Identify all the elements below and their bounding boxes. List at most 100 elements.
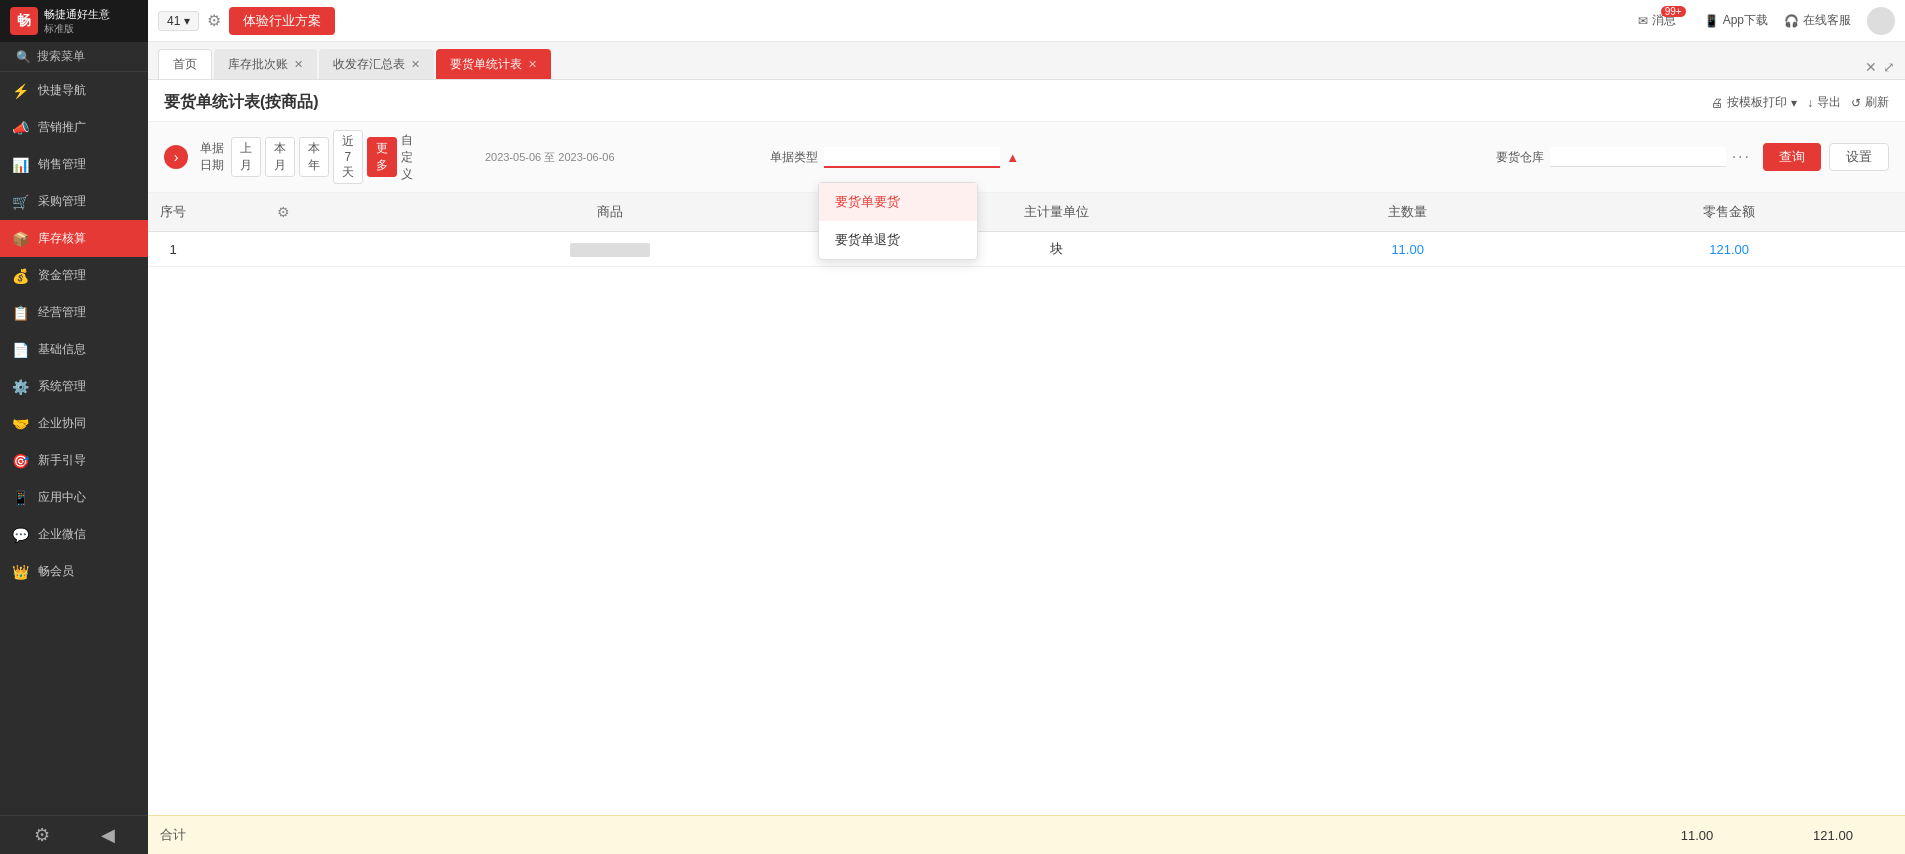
cell-product — [369, 232, 850, 267]
sidebar-footer: ⚙ ◀ — [0, 815, 148, 854]
topbar-right: ✉ 消息 99+ 📱 App下载 🎧 在线客服 — [1638, 7, 1895, 35]
topbar-gear-icon[interactable]: ⚙ — [207, 11, 221, 30]
dropdown-item-order-return[interactable]: 要货单退货 — [819, 221, 977, 259]
member-icon: 👑 — [10, 564, 30, 580]
marketing-icon: 📣 — [10, 120, 30, 136]
filter-type-input[interactable] — [824, 147, 1000, 168]
system-icon: ⚙️ — [10, 379, 30, 395]
sidebar-item-wechat[interactable]: 💬 企业微信 — [0, 516, 148, 553]
sidebar-item-member[interactable]: 👑 畅会员 — [0, 553, 148, 590]
sidebar-item-purchase[interactable]: 🛒 采购管理 — [0, 183, 148, 220]
tab-home[interactable]: 首页 — [158, 49, 212, 79]
inventory-icon: 📦 — [10, 231, 30, 247]
filter-type-label: 单据类型 — [770, 149, 818, 166]
table-settings-icon[interactable]: ⚙ — [277, 204, 290, 220]
sidebar: 畅 畅捷通好生意 标准版 🔍 搜索菜单 ⚡ 快捷导航 📣 营销推广 📊 销售管理… — [0, 0, 148, 854]
tab-close-all-button[interactable]: ✕ — [1865, 59, 1877, 75]
product-blurred — [570, 243, 650, 257]
topbar-number: 41 ▾ — [158, 11, 199, 31]
filter-warehouse-group: 要货仓库 ··· — [1496, 147, 1751, 167]
trial-button[interactable]: 体验行业方案 — [229, 7, 335, 35]
settings-footer-icon[interactable]: ⚙ — [34, 824, 50, 846]
settings-button[interactable]: 设置 — [1829, 143, 1889, 171]
sidebar-item-basic-info[interactable]: 📄 基础信息 — [0, 331, 148, 368]
filter-date-custom[interactable]: 自定义 — [401, 132, 413, 183]
tab-maximize-button[interactable]: ⤢ — [1883, 59, 1895, 75]
tab-receivable-summary[interactable]: 收发存汇总表 ✕ — [319, 49, 434, 79]
sidebar-item-system[interactable]: ⚙️ 系统管理 — [0, 368, 148, 405]
filter-warehouse-input[interactable] — [1550, 147, 1726, 167]
filter-date-this-year[interactable]: 本年 — [299, 137, 329, 177]
sidebar-item-marketing[interactable]: 📣 营销推广 — [0, 109, 148, 146]
query-button[interactable]: 查询 — [1763, 143, 1821, 171]
table-row: 1 块 11.00 121.00 — [148, 232, 1905, 267]
footer-amount: 121.00 — [1813, 828, 1853, 843]
filter-type-caret[interactable]: ▲ — [1006, 150, 1019, 165]
app-download-button[interactable]: 📱 App下载 — [1704, 12, 1768, 29]
app-center-icon: 📱 — [10, 490, 30, 506]
basic-info-icon: 📄 — [10, 342, 30, 358]
data-table: 序号 ⚙ 商品 主计量单位 主数量 零售金额 1 — [148, 193, 1905, 267]
main-area: 41 ▾ ⚙ 体验行业方案 ✉ 消息 99+ 📱 App下载 🎧 在线客服 — [148, 0, 1905, 854]
sidebar-item-inventory[interactable]: 📦 库存核算 — [0, 220, 148, 257]
app-download-icon: 📱 — [1704, 14, 1719, 28]
topbar-left: 41 ▾ ⚙ 体验行业方案 — [158, 7, 335, 35]
table-header-row: 序号 ⚙ 商品 主计量单位 主数量 零售金额 — [148, 193, 1905, 232]
enterprise-icon: 🤝 — [10, 416, 30, 432]
amount-link[interactable]: 121.00 — [1709, 242, 1749, 257]
user-avatar[interactable] — [1867, 7, 1895, 35]
cell-row-num: 1 — [148, 232, 198, 267]
filter-actions: 查询 设置 — [1763, 143, 1889, 171]
tab-order-stats[interactable]: 要货单统计表 ✕ — [436, 49, 551, 79]
tab-batch-account[interactable]: 库存批次账 ✕ — [214, 49, 317, 79]
sidebar-search[interactable]: 🔍 搜索菜单 — [0, 42, 148, 72]
filter-more-dots[interactable]: ··· — [1732, 148, 1751, 166]
app-logo: 畅 — [10, 7, 38, 35]
filter-bar: › 单据日期 上月 本月 本年 近7天 更多 自定义 2023-05-06 至 … — [148, 121, 1905, 193]
filter-date-7days[interactable]: 近7天 — [333, 130, 363, 184]
filter-date-this-month[interactable]: 本月 — [265, 137, 295, 177]
sidebar-item-finance[interactable]: 💰 资金管理 — [0, 257, 148, 294]
sales-icon: 📊 — [10, 157, 30, 173]
export-button[interactable]: ↓ 导出 — [1807, 94, 1841, 111]
sidebar-item-guide[interactable]: 🎯 新手引导 — [0, 442, 148, 479]
dropdown-item-order-goods[interactable]: 要货单要货 — [819, 183, 977, 221]
collapse-footer-icon[interactable]: ◀ — [101, 824, 115, 846]
tab-close-order-stats[interactable]: ✕ — [528, 58, 537, 71]
guide-icon: 🎯 — [10, 453, 30, 469]
print-icon: 🖨 — [1711, 96, 1723, 110]
filter-date-prev-month[interactable]: 上月 — [231, 137, 261, 177]
table-area: 序号 ⚙ 商品 主计量单位 主数量 零售金额 1 — [148, 193, 1905, 815]
search-icon: 🔍 — [16, 50, 31, 64]
col-header-row-num: 序号 — [148, 193, 198, 232]
refresh-icon: ↺ — [1851, 96, 1861, 110]
content-area: 要货单统计表(按商品) 🖨 按模板打印 ▾ ↓ 导出 ↺ 刷新 › — [148, 80, 1905, 854]
footer-quantity: 11.00 — [1681, 828, 1714, 843]
online-service-button[interactable]: 🎧 在线客服 — [1784, 12, 1851, 29]
quantity-link[interactable]: 11.00 — [1391, 242, 1424, 257]
refresh-button[interactable]: ↺ 刷新 — [1851, 94, 1889, 111]
filter-expand-button[interactable]: › — [164, 145, 188, 169]
filter-date-more[interactable]: 更多 — [367, 137, 397, 177]
page-title: 要货单统计表(按商品) — [164, 92, 319, 113]
finance-icon: 💰 — [10, 268, 30, 284]
tab-close-receivable-summary[interactable]: ✕ — [411, 58, 420, 71]
purchase-icon: 🛒 — [10, 194, 30, 210]
filter-date-label: 单据日期 — [200, 140, 225, 174]
cell-quantity: 11.00 — [1262, 232, 1553, 267]
sidebar-item-app-center[interactable]: 📱 应用中心 — [0, 479, 148, 516]
sidebar-item-enterprise[interactable]: 🤝 企业协同 — [0, 405, 148, 442]
sidebar-item-quick-nav[interactable]: ⚡ 快捷导航 — [0, 72, 148, 109]
page-header: 要货单统计表(按商品) 🖨 按模板打印 ▾ ↓ 导出 ↺ 刷新 — [148, 80, 1905, 121]
chevron-down-icon: ▾ — [184, 14, 190, 28]
sidebar-item-sales[interactable]: 📊 销售管理 — [0, 146, 148, 183]
tab-close-batch-account[interactable]: ✕ — [294, 58, 303, 71]
tabbar: 首页 库存批次账 ✕ 收发存汇总表 ✕ 要货单统计表 ✕ ✕ ⤢ — [148, 42, 1905, 80]
message-button[interactable]: ✉ 消息 99+ — [1638, 12, 1676, 29]
quick-nav-icon: ⚡ — [10, 83, 30, 99]
filter-type-group: 单据类型 ▲ — [770, 147, 1019, 168]
col-header-amount: 零售金额 — [1553, 193, 1905, 232]
sidebar-item-operations[interactable]: 📋 经营管理 — [0, 294, 148, 331]
print-button[interactable]: 🖨 按模板打印 ▾ — [1711, 94, 1797, 111]
col-header-settings[interactable]: ⚙ — [198, 193, 369, 232]
